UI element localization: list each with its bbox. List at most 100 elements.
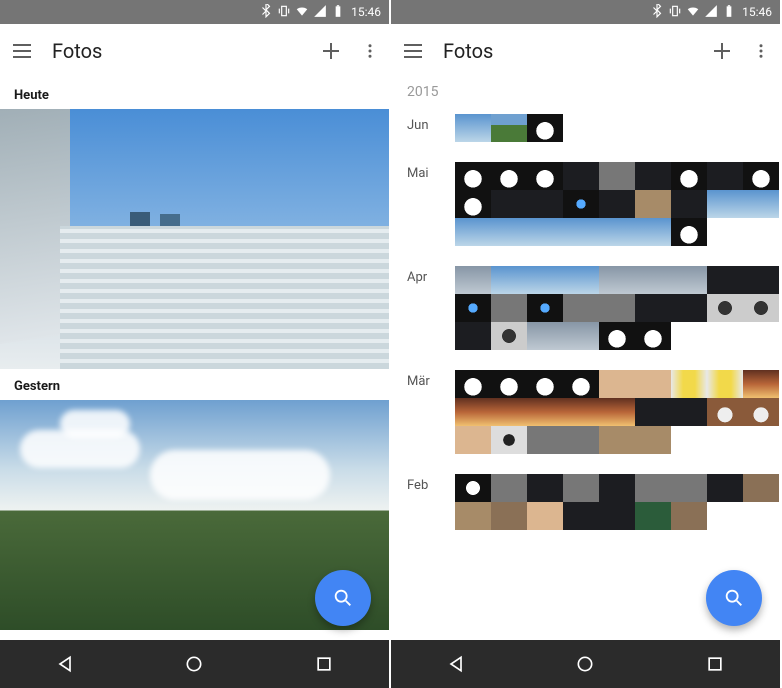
photo-thumb[interactable] <box>563 474 599 502</box>
photo-thumb[interactable] <box>743 294 779 322</box>
photo-thumb[interactable] <box>527 190 563 218</box>
photo-thumb[interactable] <box>599 162 635 190</box>
back-icon[interactable] <box>55 654 75 674</box>
month-row[interactable]: Mär <box>391 366 780 470</box>
photo-thumb[interactable] <box>563 266 599 294</box>
month-row[interactable]: Feb <box>391 470 780 546</box>
photo-thumb[interactable] <box>707 294 743 322</box>
month-row[interactable]: Apr <box>391 262 780 366</box>
photo-thumb[interactable] <box>563 370 599 398</box>
overflow-icon[interactable] <box>752 39 770 63</box>
month-row[interactable]: Mai <box>391 158 780 262</box>
photo-thumb[interactable] <box>455 294 491 322</box>
photo-thumb[interactable] <box>671 218 707 246</box>
photo-thumb[interactable] <box>455 370 491 398</box>
photo-thumb[interactable] <box>527 294 563 322</box>
photo-thumb[interactable] <box>707 162 743 190</box>
photo-thumb[interactable] <box>743 370 779 398</box>
photo-thumb[interactable] <box>635 218 671 246</box>
photo-thumb[interactable] <box>743 190 779 218</box>
photo-thumb[interactable] <box>599 218 635 246</box>
photo-thumb[interactable] <box>491 218 527 246</box>
photo-thumb[interactable] <box>635 266 671 294</box>
photo-thumb[interactable] <box>527 502 563 530</box>
photo-thumb[interactable] <box>491 114 527 142</box>
photo-thumb[interactable] <box>671 190 707 218</box>
month-row[interactable]: Jun <box>391 110 780 158</box>
photo-thumb[interactable] <box>599 398 635 426</box>
photo-thumb[interactable] <box>563 162 599 190</box>
photo-thumb[interactable] <box>455 266 491 294</box>
photo-thumb[interactable] <box>455 114 491 142</box>
photo-thumb[interactable] <box>635 162 671 190</box>
photo-thumb[interactable] <box>563 294 599 322</box>
photo-thumb[interactable] <box>527 162 563 190</box>
photo-thumb[interactable] <box>563 398 599 426</box>
photo-thumb[interactable] <box>563 322 599 350</box>
photo-thumb[interactable] <box>671 370 707 398</box>
photo-thumb[interactable] <box>527 114 563 142</box>
home-icon[interactable] <box>184 654 204 674</box>
add-icon[interactable] <box>710 39 734 63</box>
photo-thumb[interactable] <box>563 218 599 246</box>
photo-thumb[interactable] <box>671 294 707 322</box>
photo-thumb[interactable] <box>635 294 671 322</box>
home-icon[interactable] <box>575 654 595 674</box>
photo-thumb[interactable] <box>563 190 599 218</box>
photo-thumb[interactable] <box>599 266 635 294</box>
photo-thumb[interactable] <box>599 474 635 502</box>
photo-thumb[interactable] <box>599 502 635 530</box>
month-feed[interactable]: 2015 JunMaiAprMärFeb <box>391 78 780 640</box>
photo-thumb[interactable] <box>455 322 491 350</box>
photo-thumb[interactable] <box>563 426 599 454</box>
photo-thumb[interactable] <box>491 162 527 190</box>
photo-thumb[interactable] <box>707 190 743 218</box>
photo-thumb[interactable] <box>743 398 779 426</box>
photo-thumb[interactable] <box>635 322 671 350</box>
photo-thumb[interactable] <box>707 266 743 294</box>
photo-item[interactable] <box>0 109 389 369</box>
photo-thumb[interactable] <box>527 218 563 246</box>
photo-thumb[interactable] <box>599 294 635 322</box>
photo-thumb[interactable] <box>671 162 707 190</box>
search-fab[interactable] <box>315 570 371 626</box>
photo-thumb[interactable] <box>455 502 491 530</box>
photo-thumb[interactable] <box>527 398 563 426</box>
menu-icon[interactable] <box>10 39 34 63</box>
photo-thumb[interactable] <box>491 426 527 454</box>
photo-thumb[interactable] <box>743 162 779 190</box>
photo-thumb[interactable] <box>743 266 779 294</box>
photo-thumb[interactable] <box>491 398 527 426</box>
photo-thumb[interactable] <box>491 502 527 530</box>
photo-thumb[interactable] <box>455 162 491 190</box>
photo-thumb[interactable] <box>491 474 527 502</box>
overflow-icon[interactable] <box>361 39 379 63</box>
photo-thumb[interactable] <box>671 398 707 426</box>
photo-thumb[interactable] <box>671 474 707 502</box>
photo-thumb[interactable] <box>527 426 563 454</box>
photo-thumb[interactable] <box>455 218 491 246</box>
photo-thumb[interactable] <box>455 474 491 502</box>
photo-thumb[interactable] <box>743 474 779 502</box>
photo-thumb[interactable] <box>635 426 671 454</box>
back-icon[interactable] <box>446 654 466 674</box>
add-icon[interactable] <box>319 39 343 63</box>
photo-thumb[interactable] <box>455 190 491 218</box>
photo-thumb[interactable] <box>707 398 743 426</box>
photo-thumb[interactable] <box>635 190 671 218</box>
photo-thumb[interactable] <box>527 322 563 350</box>
photo-thumb[interactable] <box>491 266 527 294</box>
photo-thumb[interactable] <box>491 322 527 350</box>
menu-icon[interactable] <box>401 39 425 63</box>
photo-thumb[interactable] <box>527 370 563 398</box>
photo-thumb[interactable] <box>527 474 563 502</box>
photo-thumb[interactable] <box>635 370 671 398</box>
photo-thumb[interactable] <box>455 398 491 426</box>
recent-icon[interactable] <box>314 654 334 674</box>
photo-thumb[interactable] <box>455 426 491 454</box>
photo-thumb[interactable] <box>599 370 635 398</box>
photo-thumb[interactable] <box>671 266 707 294</box>
photo-thumb[interactable] <box>599 322 635 350</box>
photo-thumb[interactable] <box>599 426 635 454</box>
photo-thumb[interactable] <box>491 370 527 398</box>
